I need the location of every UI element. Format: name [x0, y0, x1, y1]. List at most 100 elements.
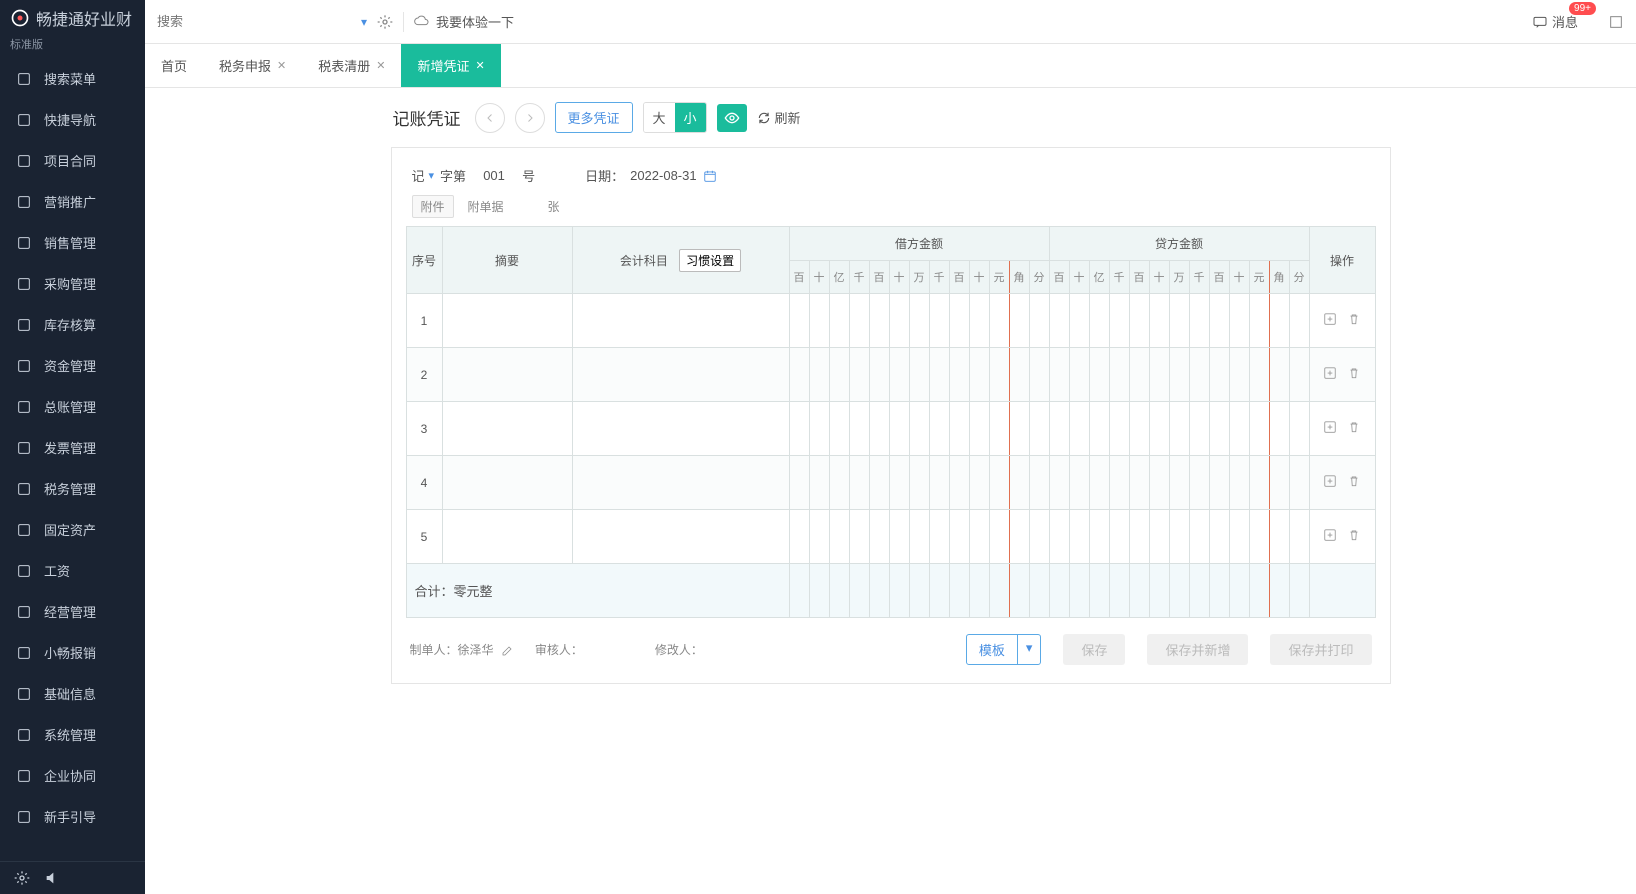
tab-2[interactable]: 税表清册✕: [302, 44, 401, 87]
search-input[interactable]: [157, 14, 355, 29]
amount-cell[interactable]: [1049, 510, 1069, 564]
delete-row-icon[interactable]: [1347, 474, 1361, 488]
sidebar-item-6[interactable]: 库存核算: [0, 304, 145, 345]
summary-cell[interactable]: [442, 402, 572, 456]
amount-cell[interactable]: [1189, 510, 1209, 564]
amount-cell[interactable]: [1269, 510, 1289, 564]
amount-cell[interactable]: [1129, 510, 1149, 564]
sidebar-item-1[interactable]: 快捷导航: [0, 99, 145, 140]
amount-cell[interactable]: [1109, 402, 1129, 456]
amount-cell[interactable]: [1049, 456, 1069, 510]
add-row-icon[interactable]: [1323, 312, 1337, 326]
amount-cell[interactable]: [869, 510, 889, 564]
amount-cell[interactable]: [869, 402, 889, 456]
amount-cell[interactable]: [1149, 402, 1169, 456]
amount-cell[interactable]: [1209, 510, 1229, 564]
sidebar-item-7[interactable]: 资金管理: [0, 345, 145, 386]
amount-cell[interactable]: [849, 456, 869, 510]
amount-cell[interactable]: [829, 348, 849, 402]
amount-cell[interactable]: [789, 402, 809, 456]
sidebar-item-17[interactable]: 企业协同: [0, 755, 145, 796]
amount-cell[interactable]: [1209, 402, 1229, 456]
amount-cell[interactable]: [1289, 456, 1309, 510]
amount-cell[interactable]: [889, 402, 909, 456]
amount-cell[interactable]: [1029, 348, 1049, 402]
amount-cell[interactable]: [1169, 402, 1189, 456]
amount-cell[interactable]: [989, 348, 1009, 402]
amount-cell[interactable]: [1129, 294, 1149, 348]
amount-cell[interactable]: [989, 294, 1009, 348]
summary-input[interactable]: [443, 294, 572, 344]
amount-cell[interactable]: [1029, 294, 1049, 348]
amount-cell[interactable]: [1189, 456, 1209, 510]
attach-button[interactable]: 附件: [412, 195, 454, 218]
delete-row-icon[interactable]: [1347, 528, 1361, 542]
amount-cell[interactable]: [1109, 294, 1129, 348]
amount-cell[interactable]: [1169, 510, 1189, 564]
subject-cell[interactable]: [572, 294, 789, 348]
amount-cell[interactable]: [1109, 510, 1129, 564]
gear-icon[interactable]: [14, 870, 30, 886]
sidebar-item-9[interactable]: 发票管理: [0, 427, 145, 468]
amount-cell[interactable]: [1289, 348, 1309, 402]
amount-cell[interactable]: [949, 294, 969, 348]
sidebar-item-16[interactable]: 系统管理: [0, 714, 145, 755]
amount-cell[interactable]: [1209, 294, 1229, 348]
expand-icon[interactable]: [1608, 14, 1624, 30]
message-button[interactable]: 消息 99+: [1532, 12, 1578, 31]
subject-cell[interactable]: [572, 348, 789, 402]
amount-cell[interactable]: [1129, 348, 1149, 402]
amount-cell[interactable]: [989, 510, 1009, 564]
amount-cell[interactable]: [809, 456, 829, 510]
subject-cell[interactable]: [572, 402, 789, 456]
amount-cell[interactable]: [1189, 294, 1209, 348]
amount-cell[interactable]: [1249, 348, 1269, 402]
amount-cell[interactable]: [949, 510, 969, 564]
tab-3[interactable]: 新增凭证✕: [401, 44, 500, 87]
sidebar-item-10[interactable]: 税务管理: [0, 468, 145, 509]
amount-cell[interactable]: [869, 456, 889, 510]
amount-cell[interactable]: [829, 294, 849, 348]
amount-cell[interactable]: [789, 510, 809, 564]
amount-cell[interactable]: [969, 294, 989, 348]
amount-cell[interactable]: [1089, 402, 1109, 456]
edit-icon[interactable]: [501, 645, 513, 657]
amount-cell[interactable]: [809, 294, 829, 348]
size-large-button[interactable]: 大: [644, 103, 675, 132]
amount-cell[interactable]: [869, 348, 889, 402]
amount-cell[interactable]: [1089, 510, 1109, 564]
amount-cell[interactable]: [1189, 348, 1209, 402]
amount-cell[interactable]: [869, 294, 889, 348]
amount-cell[interactable]: [909, 456, 929, 510]
amount-cell[interactable]: [1089, 294, 1109, 348]
amount-cell[interactable]: [889, 456, 909, 510]
amount-cell[interactable]: [1069, 402, 1089, 456]
amount-cell[interactable]: [1109, 456, 1129, 510]
amount-cell[interactable]: [1069, 294, 1089, 348]
amount-cell[interactable]: [1249, 510, 1269, 564]
sidebar-item-13[interactable]: 经营管理: [0, 591, 145, 632]
summary-cell[interactable]: [442, 348, 572, 402]
amount-cell[interactable]: [1149, 348, 1169, 402]
amount-cell[interactable]: [1269, 348, 1289, 402]
amount-cell[interactable]: [909, 348, 929, 402]
size-small-button[interactable]: 小: [675, 103, 706, 132]
amount-cell[interactable]: [1169, 294, 1189, 348]
amount-cell[interactable]: [909, 294, 929, 348]
calendar-icon[interactable]: [703, 169, 717, 183]
amount-cell[interactable]: [1209, 456, 1229, 510]
amount-cell[interactable]: [1169, 456, 1189, 510]
amount-cell[interactable]: [809, 348, 829, 402]
amount-cell[interactable]: [1249, 402, 1269, 456]
save-print-button[interactable]: 保存并打印: [1270, 634, 1371, 665]
voucher-date[interactable]: 2022-08-31: [630, 168, 697, 183]
amount-cell[interactable]: [1149, 456, 1169, 510]
add-row-icon[interactable]: [1323, 528, 1337, 542]
amount-cell[interactable]: [1289, 294, 1309, 348]
amount-cell[interactable]: [969, 510, 989, 564]
amount-cell[interactable]: [1229, 294, 1249, 348]
amount-cell[interactable]: [1029, 510, 1049, 564]
amount-cell[interactable]: [1069, 348, 1089, 402]
amount-cell[interactable]: [889, 510, 909, 564]
amount-cell[interactable]: [789, 294, 809, 348]
